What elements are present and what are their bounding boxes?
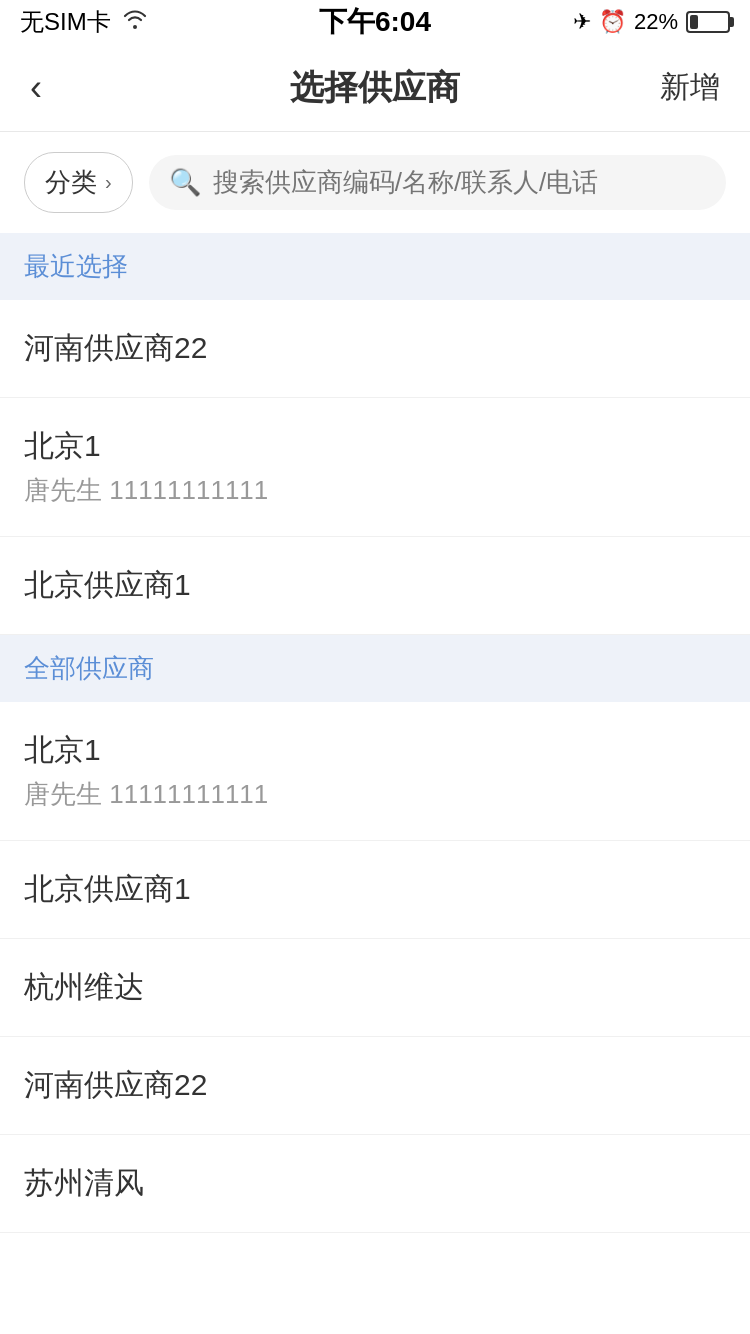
search-area: 分类 › 🔍 [0, 132, 750, 233]
section-header-all: 全部供应商 [0, 635, 750, 702]
item-name: 北京1 [24, 730, 726, 771]
item-name: 北京供应商1 [24, 565, 726, 606]
item-name: 北京1 [24, 426, 726, 467]
nav-title: 选择供应商 [290, 65, 460, 111]
battery-percent: 22% [634, 9, 678, 35]
battery-icon [686, 11, 730, 33]
wifi-icon [121, 8, 149, 36]
nav-bar: ‹ 选择供应商 新增 [0, 44, 750, 132]
category-label: 分类 [45, 165, 97, 200]
list-item[interactable]: 北京供应商1 [0, 841, 750, 939]
alarm-icon: ⏰ [599, 9, 626, 35]
list-item[interactable]: 北京1 唐先生 11111111111 [0, 398, 750, 537]
list-item[interactable]: 河南供应商22 [0, 300, 750, 398]
item-name: 苏州清风 [24, 1163, 726, 1204]
status-right-icons: ✈ ⏰ 22% [573, 9, 730, 35]
sections-container: 最近选择河南供应商22 北京1 唐先生 11111111111 北京供应商1 全部供应商… [0, 233, 750, 1233]
status-carrier: 无SIM卡 [20, 6, 149, 38]
search-input-wrap: 🔍 [149, 155, 726, 210]
chevron-right-icon: › [105, 171, 112, 194]
category-button[interactable]: 分类 › [24, 152, 133, 213]
item-name: 河南供应商22 [24, 328, 726, 369]
add-button[interactable]: 新增 [660, 67, 720, 108]
list-item[interactable]: 北京供应商1 [0, 537, 750, 635]
search-icon: 🔍 [169, 167, 201, 198]
search-input[interactable] [213, 167, 706, 198]
list-item[interactable]: 北京1 唐先生 11111111111 [0, 702, 750, 841]
list-item[interactable]: 杭州维达 [0, 939, 750, 1037]
item-sub: 唐先生 11111111111 [24, 473, 726, 508]
back-button[interactable]: ‹ [30, 67, 90, 109]
section-header-recent: 最近选择 [0, 233, 750, 300]
location-icon: ✈ [573, 9, 591, 35]
item-name: 杭州维达 [24, 967, 726, 1008]
list-item[interactable]: 河南供应商22 [0, 1037, 750, 1135]
carrier-text: 无SIM卡 [20, 6, 111, 38]
status-bar: 无SIM卡 下午6:04 ✈ ⏰ 22% [0, 0, 750, 44]
item-name: 河南供应商22 [24, 1065, 726, 1106]
item-sub: 唐先生 11111111111 [24, 777, 726, 812]
status-time: 下午6:04 [319, 3, 431, 41]
list-item[interactable]: 苏州清风 [0, 1135, 750, 1233]
item-name: 北京供应商1 [24, 869, 726, 910]
